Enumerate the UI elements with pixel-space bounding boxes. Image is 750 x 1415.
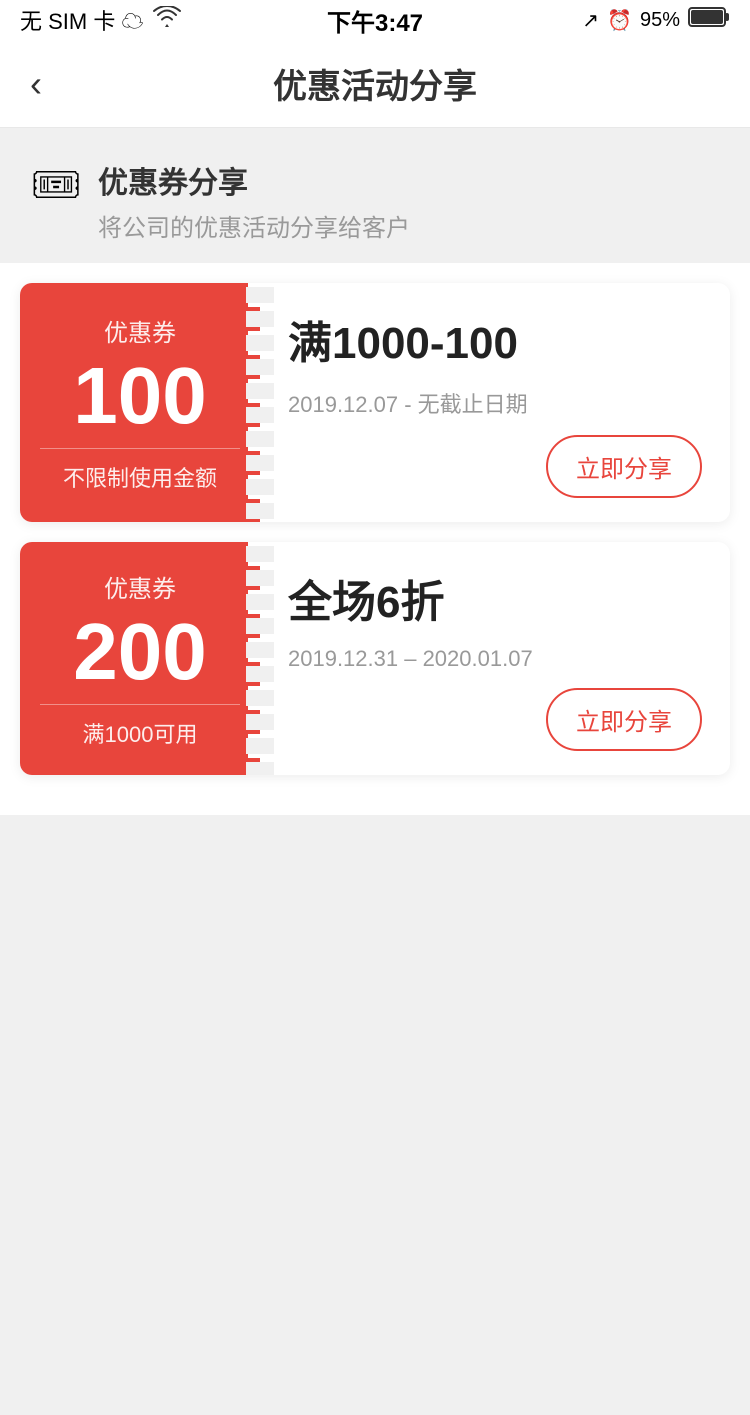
coupon-left-1: 优惠券 100 不限制使用金额 — [20, 283, 260, 522]
alarm-icon: ⏰ — [607, 8, 632, 33]
status-bar: 无 SIM 卡 ☁ 下午3:47 ↗ ⏰ 95% — [0, 0, 750, 40]
wifi-icon — [153, 6, 181, 34]
section-text: 优惠券分享 将公司的优惠活动分享给客户 — [98, 158, 410, 243]
section-subtitle: 将公司的优惠活动分享给客户 — [98, 208, 410, 243]
page-title: 优惠活动分享 — [273, 59, 477, 108]
coupon-list: 优惠券 100 不限制使用金额 满1000-100 2019.12.07 - 无… — [0, 263, 750, 815]
coupon-name-2: 全场6折 — [288, 566, 702, 630]
nav-bar: ‹ 优惠活动分享 — [0, 40, 750, 128]
battery-icon — [688, 6, 730, 34]
coupon-right-1: 满1000-100 2019.12.07 - 无截止日期 立即分享 — [260, 283, 730, 522]
share-button-1[interactable]: 立即分享 — [546, 435, 702, 498]
coupon-date-1: 2019.12.07 - 无截止日期 — [288, 387, 702, 419]
coupon-card-2: 优惠券 200 满1000可用 全场6折 2019.12.31 – 2020.0… — [20, 542, 730, 775]
status-right: ↗ ⏰ 95% — [582, 6, 730, 34]
section-header: 🎟 优惠券分享 将公司的优惠活动分享给客户 — [0, 128, 750, 263]
share-button-2[interactable]: 立即分享 — [546, 688, 702, 751]
coupon-type-1: 优惠券 — [104, 313, 176, 348]
coupon-divider-1 — [40, 448, 240, 449]
battery-percentage: 95% — [640, 9, 680, 32]
coupon-card-1: 优惠券 100 不限制使用金额 满1000-100 2019.12.07 - 无… — [20, 283, 730, 522]
no-sim-label: 无 SIM 卡 ☁ — [20, 4, 143, 36]
coupon-value-1: 100 — [73, 356, 206, 436]
coupon-right-2: 全场6折 2019.12.31 – 2020.01.07 立即分享 — [260, 542, 730, 775]
coupon-name-1: 满1000-100 — [288, 307, 702, 371]
coupon-date-2: 2019.12.31 – 2020.01.07 — [288, 646, 702, 672]
status-left: 无 SIM 卡 ☁ — [20, 4, 181, 36]
section-title: 优惠券分享 — [98, 158, 410, 202]
coupon-type-2: 优惠券 — [104, 569, 176, 604]
location-icon: ↗ — [582, 8, 599, 33]
back-button[interactable]: ‹ — [30, 63, 42, 105]
footer-background — [0, 815, 750, 1415]
coupon-value-2: 200 — [73, 612, 206, 692]
coupon-condition-1: 不限制使用金额 — [63, 461, 217, 493]
coupon-icon: 🎟 — [30, 158, 82, 210]
status-time: 下午3:47 — [327, 3, 423, 38]
coupon-divider-2 — [40, 704, 240, 705]
coupon-left-2: 优惠券 200 满1000可用 — [20, 542, 260, 775]
coupon-condition-2: 满1000可用 — [83, 717, 198, 749]
